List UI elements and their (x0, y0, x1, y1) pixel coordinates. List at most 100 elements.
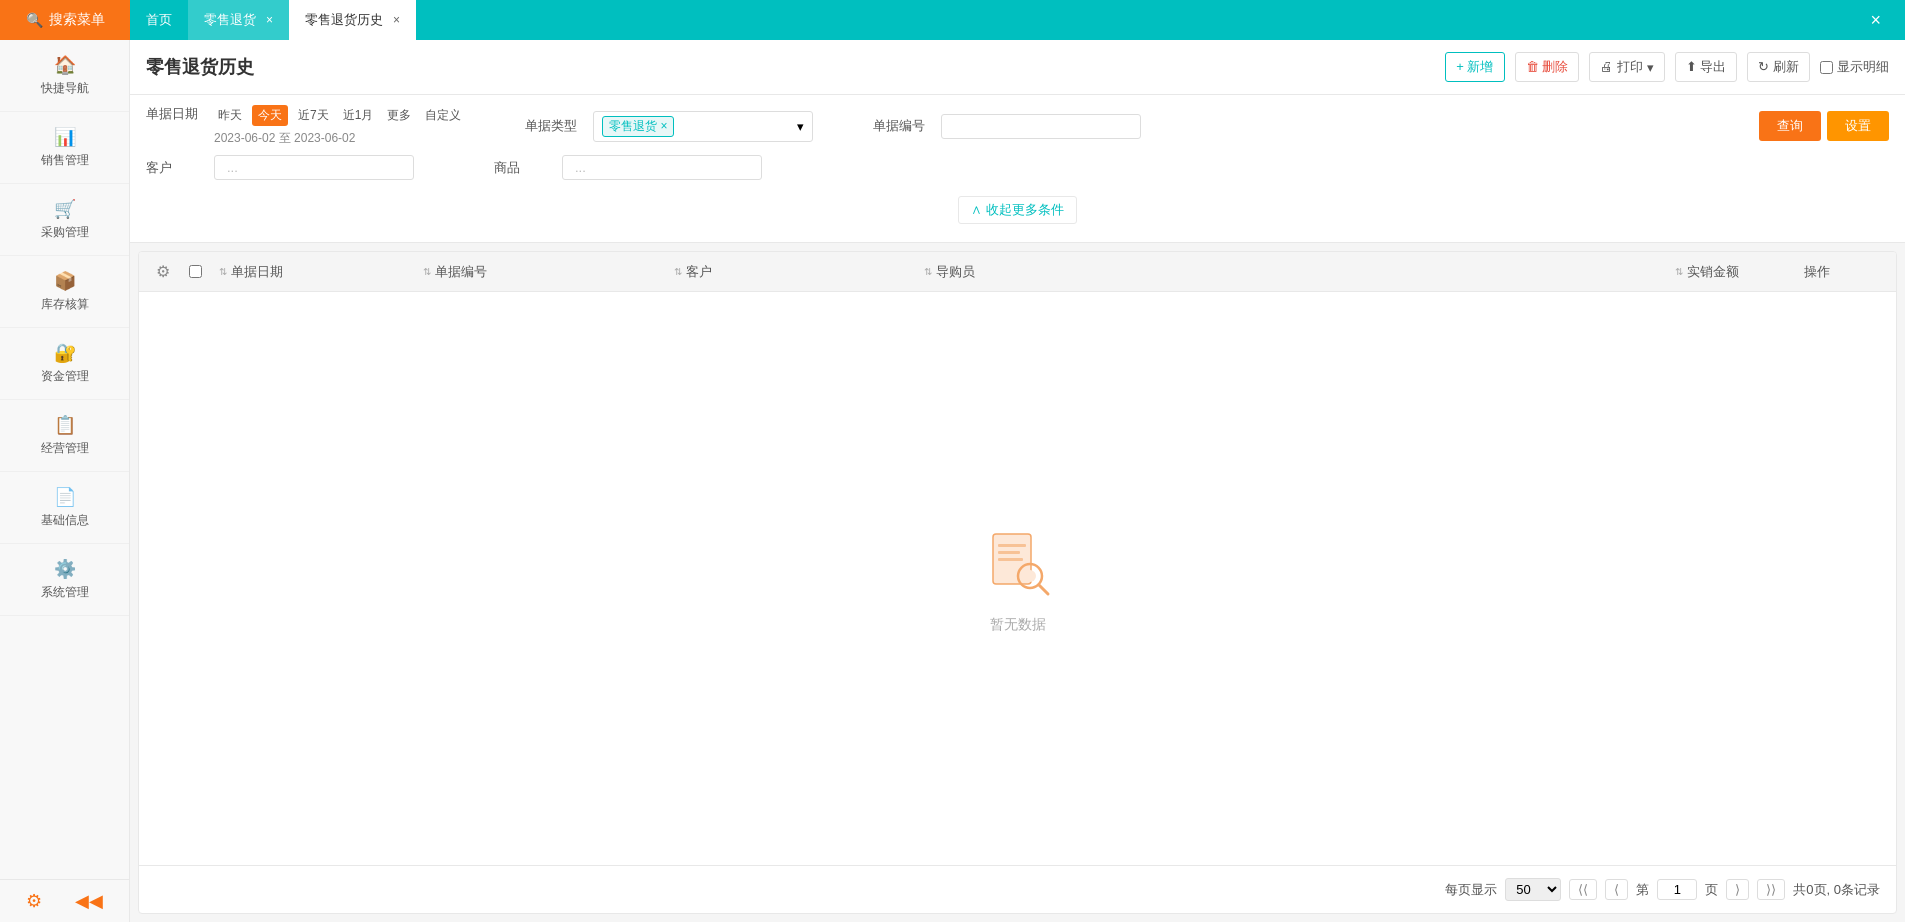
sidebar-item-quick-nav[interactable]: 🏠 快捷导航 (0, 40, 129, 112)
tab-home[interactable]: 首页 (130, 0, 188, 40)
th-date-sort-icon: ⇅ (219, 266, 227, 277)
inventory-icon: 📦 (54, 270, 76, 292)
th-date-label: 单据日期 (231, 263, 283, 281)
th-date[interactable]: ⇅ 单据日期 (211, 263, 415, 281)
sidebar-item-operations[interactable]: 📋 经营管理 (0, 400, 129, 472)
page-label: 第 (1636, 881, 1649, 899)
page-title-row: 零售退货历史 + 新增 🗑 删除 🖨 打印 ▾ ⬆ 导出 (146, 52, 1889, 82)
page-title: 零售退货历史 (146, 55, 254, 79)
search-icon: 🔍 (26, 12, 43, 28)
type-filter-group: 单据类型 零售退货 × ▾ (525, 111, 813, 142)
date-option-today[interactable]: 今天 (252, 105, 288, 126)
top-bar-right: × (1862, 6, 1905, 35)
svg-point-6 (1024, 570, 1036, 582)
date-filter-group: 单据日期 昨天 今天 近7天 近1月 更多 自定义 2023-06-02 至 2… (146, 105, 465, 147)
filter-actions: ∧ 收起更多条件 (146, 188, 1889, 232)
finance-icon: 🔐 (54, 342, 76, 364)
print-button[interactable]: 🖨 打印 ▾ (1589, 52, 1665, 82)
customer-filter-input[interactable]: ... (214, 155, 414, 180)
tab-retail-return[interactable]: 零售退货 × (188, 0, 289, 40)
tab-area: 首页 零售退货 × 零售退货历史 × (130, 0, 1862, 40)
sidebar-item-finance[interactable]: 🔐 资金管理 (0, 328, 129, 400)
refresh-button[interactable]: ↻ 刷新 (1747, 52, 1810, 82)
tab-retail-return-history-close[interactable]: × (393, 13, 400, 27)
delete-button[interactable]: 🗑 删除 (1515, 52, 1580, 82)
date-option-7days[interactable]: 近7天 (294, 105, 333, 126)
date-option-1month[interactable]: 近1月 (339, 105, 378, 126)
basic-info-icon: 📄 (54, 486, 76, 508)
th-customer-label: 客户 (686, 263, 712, 281)
sidebar: 🏠 快捷导航 📊 销售管理 🛒 采购管理 📦 库存核算 🔐 资金管理 📋 经营管… (0, 40, 130, 922)
system-mgmt-icon: ⚙️ (54, 558, 76, 580)
tab-retail-return-close[interactable]: × (266, 13, 273, 27)
filter-row-1: 单据日期 昨天 今天 近7天 近1月 更多 自定义 2023-06-02 至 2… (146, 105, 1889, 147)
th-guide-sort-icon: ⇅ (924, 266, 932, 277)
date-option-yesterday[interactable]: 昨天 (214, 105, 246, 126)
show-detail-option[interactable]: 显示明细 (1820, 58, 1889, 76)
customer-filter-group: 客户 ... (146, 155, 414, 180)
type-filter-select[interactable]: 零售退货 × ▾ (593, 111, 813, 142)
th-no-sort-icon: ⇅ (423, 266, 431, 277)
export-button[interactable]: ⬆ 导出 (1675, 52, 1738, 82)
page-input[interactable] (1657, 879, 1697, 900)
th-customer[interactable]: ⇅ 客户 (666, 263, 917, 281)
type-filter-tag-close[interactable]: × (660, 119, 667, 133)
print-button-label: 🖨 打印 (1600, 58, 1643, 76)
sidebar-item-inventory[interactable]: 📦 库存核算 (0, 256, 129, 328)
date-option-custom[interactable]: 自定义 (421, 105, 465, 126)
search-menu-btn[interactable]: 🔍 搜索菜单 (0, 0, 130, 40)
settings-btn[interactable]: ⚙ (26, 890, 42, 912)
query-button[interactable]: 查询 (1759, 111, 1821, 141)
sidebar-bottom: ⚙ ◀◀ (0, 879, 129, 922)
new-button[interactable]: + 新增 (1445, 52, 1504, 82)
sidebar-item-system-mgmt[interactable]: ⚙️ 系统管理 (0, 544, 129, 616)
first-page-btn[interactable]: ⟨⟨ (1569, 879, 1597, 900)
voucher-filter-input[interactable] (941, 114, 1141, 139)
date-range-display: 2023-06-02 至 2023-06-02 (214, 130, 465, 147)
next-page-btn[interactable]: ⟩ (1726, 879, 1749, 900)
select-all-checkbox[interactable] (189, 265, 202, 278)
purchase-mgmt-icon: 🛒 (54, 198, 76, 220)
sidebar-item-basic-info[interactable]: 📄 基础信息 (0, 472, 129, 544)
volume-btn[interactable]: ◀◀ (75, 890, 103, 912)
show-detail-checkbox[interactable] (1820, 61, 1833, 74)
filter-settings-button[interactable]: 设置 (1827, 111, 1889, 141)
quick-nav-icon: 🏠 (54, 54, 76, 76)
table-header: ⚙ ⇅ 单据日期 ⇅ 单据编号 ⇅ 客户 ⇅ 导购员 (139, 252, 1896, 292)
goods-filter-group: 商品 ... (494, 155, 762, 180)
date-filter-options-wrapper: 昨天 今天 近7天 近1月 更多 自定义 2023-06-02 至 2023-0… (214, 105, 465, 147)
sidebar-item-finance-label: 资金管理 (41, 368, 89, 385)
th-guide-label: 导购员 (936, 263, 975, 281)
last-page-btn[interactable]: ⟩⟩ (1757, 879, 1785, 900)
tab-retail-return-history[interactable]: 零售退货历史 × (289, 0, 416, 40)
window-close-btn[interactable]: × (1862, 6, 1889, 35)
export-button-label: ⬆ 导出 (1686, 58, 1727, 76)
sidebar-item-sales-mgmt-label: 销售管理 (41, 152, 89, 169)
goods-filter-input[interactable]: ... (562, 155, 762, 180)
svg-line-5 (1039, 585, 1048, 594)
th-amount[interactable]: ⇅ 实销金额 (1606, 263, 1747, 281)
voucher-filter-group: 单据编号 (873, 114, 1141, 139)
th-customer-sort-icon: ⇅ (674, 266, 682, 277)
type-filter-value: 零售退货 (609, 118, 657, 135)
customer-placeholder: ... (227, 160, 238, 175)
sidebar-item-purchase-mgmt[interactable]: 🛒 采购管理 (0, 184, 129, 256)
page-size-select[interactable]: 50 100 200 (1505, 878, 1561, 901)
th-guide[interactable]: ⇅ 导购员 (916, 263, 1120, 281)
prev-page-btn[interactable]: ⟨ (1605, 879, 1628, 900)
search-menu-label: 搜索菜单 (49, 11, 105, 29)
pagination: 每页显示 50 100 200 ⟨⟨ ⟨ 第 页 ⟩ ⟩⟩ 共0页, 0条记录 (139, 865, 1896, 913)
type-filter-label: 单据类型 (525, 117, 585, 135)
svg-rect-1 (998, 544, 1026, 547)
th-no[interactable]: ⇅ 单据编号 (415, 263, 666, 281)
tab-retail-return-label: 零售退货 (204, 11, 256, 29)
sidebar-item-sales-mgmt[interactable]: 📊 销售管理 (0, 112, 129, 184)
date-option-more[interactable]: 更多 (383, 105, 415, 126)
action-buttons: 查询 设置 (1759, 111, 1889, 141)
th-settings-icon[interactable]: ⚙ (147, 262, 179, 281)
th-checkbox[interactable] (179, 265, 211, 278)
th-no-label: 单据编号 (435, 263, 487, 281)
total-text: 共0页, 0条记录 (1793, 881, 1880, 899)
collapse-filter-button[interactable]: ∧ 收起更多条件 (958, 196, 1077, 224)
svg-rect-3 (998, 558, 1023, 561)
